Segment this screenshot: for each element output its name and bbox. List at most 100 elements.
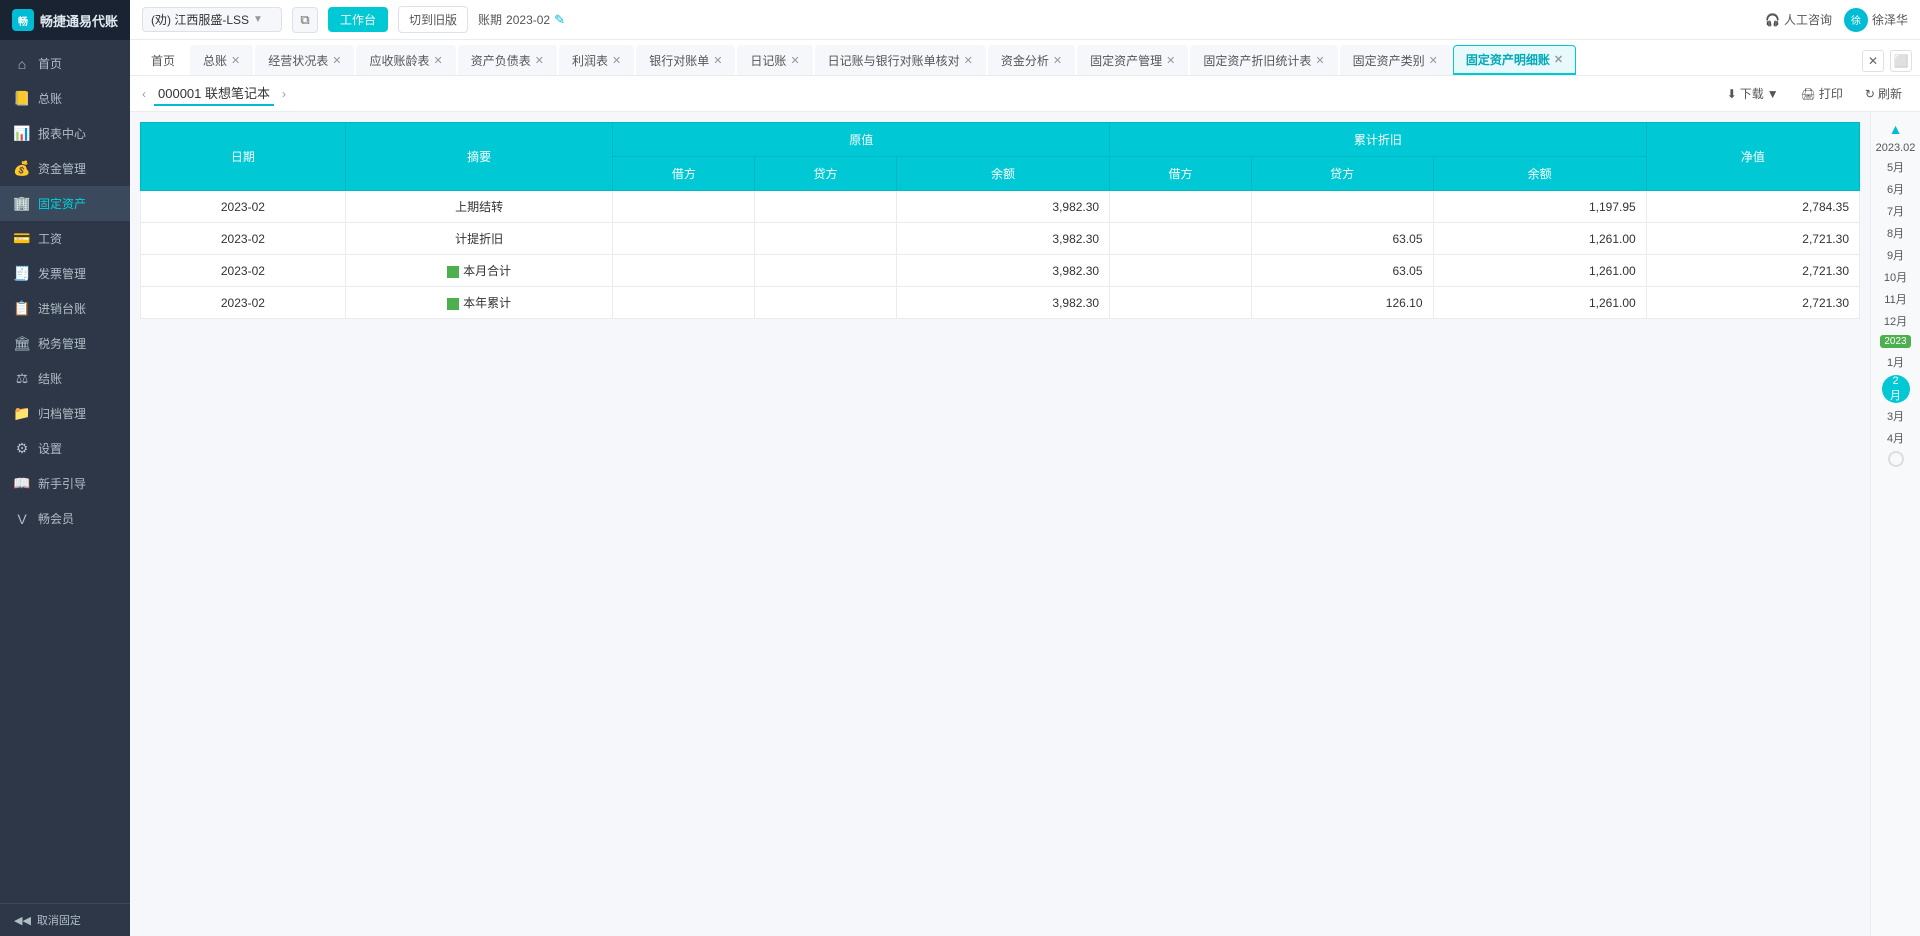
tab-maximize-button[interactable]: ⬜ [1890,50,1912,72]
top-header: (劝) 江西服盛-LSS ▼ ⧉ 工作台 切到旧版 账期 2023-02 ✎ 🎧… [130,0,1920,40]
tab-fixed-mgmt[interactable]: 固定资产管理 ✕ [1077,45,1188,75]
table-scroll[interactable]: 日期 摘要 原值 累计折旧 净值 借方 贷方 余额 借方 贷方 余额 [130,112,1870,936]
tab-fixed-depreciation-stat-close[interactable]: ✕ [1315,54,1324,67]
sidebar-item-ledger[interactable]: 📒 总账 [0,81,130,116]
sidebar-item-salary[interactable]: 💳 工资 [0,221,130,256]
timeline-month-4[interactable]: 4月 [1874,427,1918,449]
table-row: 2023-02计提折旧3,982.3063.051,261.002,721.30 [141,223,1860,255]
workbench-button[interactable]: 工作台 [328,7,388,32]
capital-icon: 💰 [14,161,30,177]
tab-home-label: 首页 [151,52,175,69]
breadcrumb-forward-arrow[interactable]: › [282,87,286,101]
purchase-sales-icon: 📋 [14,301,30,317]
period-edit-icon[interactable]: ✎ [554,12,565,28]
download-arrow-icon: ▼ [1767,87,1779,101]
tab-fixed-depreciation-stat[interactable]: 固定资产折旧统计表 ✕ [1190,45,1337,75]
sidebar-item-settlement[interactable]: ⚖ 结账 [0,361,130,396]
tab-bank-statement-close[interactable]: ✕ [713,54,722,67]
breadcrumb-item: 000001 联想笔记本 [154,81,274,106]
headset-icon: 🎧 [1765,13,1780,27]
customer-service-button[interactable]: 🎧 人工咨询 [1765,11,1832,28]
tab-journal-bank-check[interactable]: 日记账与银行对账单核对 ✕ [815,45,986,75]
tab-business-status-close[interactable]: ✕ [332,54,341,67]
timeline-month-2-active[interactable]: 2月 [1882,375,1910,403]
sidebar-item-vip[interactable]: V 畅会员 [0,501,130,536]
user-info[interactable]: 徐 徐泽华 [1844,8,1908,32]
sidebar-item-tax[interactable]: 🏛 税务管理 [0,326,130,361]
sidebar-item-home[interactable]: ⌂ 首页 [0,46,130,81]
tab-ledger-close[interactable]: ✕ [231,54,240,67]
sidebar-label-capital: 资金管理 [38,160,86,177]
sidebar-label-vip: 畅会员 [38,510,74,527]
home-icon: ⌂ [14,56,30,72]
tab-capital-analysis-close[interactable]: ✕ [1053,54,1062,67]
timeline-month-7[interactable]: 7月 [1874,200,1918,222]
guide-icon: 📖 [14,476,30,492]
tab-actions: ✕ ⬜ [1862,50,1912,75]
tab-ledger[interactable]: 总账 ✕ [190,45,253,75]
table-row: 2023-02本月合计3,982.3063.051,261.002,721.30 [141,255,1860,287]
sidebar-item-report[interactable]: 📊 报表中心 [0,116,130,151]
sidebar-unpin-button[interactable]: ◀◀ 取消固定 [0,903,130,936]
main-content: (劝) 江西服盛-LSS ▼ ⧉ 工作台 切到旧版 账期 2023-02 ✎ 🎧… [130,0,1920,936]
tab-home[interactable]: 首页 [138,45,188,75]
timeline-month-5[interactable]: 5月 [1874,156,1918,178]
sidebar-label-settlement: 结账 [38,370,62,387]
sidebar-nav: ⌂ 首页 📒 总账 📊 报表中心 💰 资金管理 🏢 固定资产 💳 工资 🧾 发票… [0,40,130,903]
tab-capital-analysis[interactable]: 资金分析 ✕ [988,45,1075,75]
breadcrumb-back-arrow[interactable]: ‹ [142,87,146,101]
timeline-month-3[interactable]: 3月 [1874,405,1918,427]
timeline-month-9[interactable]: 9月 [1874,244,1918,266]
tab-fixed-detail[interactable]: 固定资产明细账 ✕ [1453,45,1576,75]
tab-balance-sheet[interactable]: 资产负债表 ✕ [458,45,557,75]
timeline-month-11[interactable]: 11月 [1874,288,1918,310]
tab-journal[interactable]: 日记账 ✕ [737,45,812,75]
timeline-scroll-up[interactable]: ▲ [1886,118,1906,140]
col-date-header: 日期 [141,123,346,191]
copy-button[interactable]: ⧉ [292,7,318,33]
col-acc-debit-header: 借方 [1110,157,1252,191]
download-label: 下载 [1740,85,1764,102]
tab-balance-sheet-close[interactable]: ✕ [535,54,544,67]
sidebar-label-fixed-assets: 固定资产 [38,195,86,212]
timeline-month-10[interactable]: 10月 [1874,266,1918,288]
tab-fixed-mgmt-close[interactable]: ✕ [1166,54,1175,67]
sidebar-item-capital[interactable]: 💰 资金管理 [0,151,130,186]
tab-profit-close[interactable]: ✕ [612,54,621,67]
timeline-dot[interactable] [1888,451,1904,467]
print-button[interactable]: 🖨 打印 [1795,82,1849,105]
timeline-month-12[interactable]: 12月 [1874,310,1918,332]
tab-fixed-category-close[interactable]: ✕ [1429,54,1438,67]
sidebar-label-report: 报表中心 [38,125,86,142]
timeline-month-8[interactable]: 8月 [1874,222,1918,244]
tab-close-all-button[interactable]: ✕ [1862,50,1884,72]
tab-receivable-close[interactable]: ✕ [434,54,443,67]
refresh-button[interactable]: ↻ 刷新 [1859,82,1908,105]
sidebar-item-purchase-sales[interactable]: 📋 进销台账 [0,291,130,326]
sidebar-label-ledger: 总账 [38,90,62,107]
download-button[interactable]: ⬇ 下载 ▼ [1721,82,1785,105]
sidebar-item-fixed-assets[interactable]: 🏢 固定资产 [0,186,130,221]
sidebar-item-archive[interactable]: 📁 归档管理 [0,396,130,431]
sidebar-item-guide[interactable]: 📖 新手引导 [0,466,130,501]
tab-journal-bank-check-close[interactable]: ✕ [964,54,973,67]
company-selector[interactable]: (劝) 江西服盛-LSS ▼ [142,7,282,32]
tab-fixed-detail-close[interactable]: ✕ [1554,53,1563,66]
tab-fixed-detail-label: 固定资产明细账 [1466,51,1550,68]
col-summary-header: 摘要 [345,123,613,191]
salary-icon: 💳 [14,231,30,247]
timeline-month-1[interactable]: 1月 [1874,351,1918,373]
tab-receivable[interactable]: 应收账龄表 ✕ [356,45,455,75]
col-net-value-header: 净值 [1646,123,1859,191]
tab-business-status[interactable]: 经营状况表 ✕ [255,45,354,75]
switch-version-button[interactable]: 切到旧版 [398,6,468,33]
sidebar-item-invoice[interactable]: 🧾 发票管理 [0,256,130,291]
refresh-label: 刷新 [1878,85,1902,102]
tab-bank-statement[interactable]: 银行对账单 ✕ [636,45,735,75]
period-info: 账期 2023-02 ✎ [478,11,565,28]
tab-journal-close[interactable]: ✕ [790,54,799,67]
timeline-month-6[interactable]: 6月 [1874,178,1918,200]
tab-fixed-category[interactable]: 固定资产类别 ✕ [1340,45,1451,75]
sidebar-item-settings[interactable]: ⚙ 设置 [0,431,130,466]
tab-profit[interactable]: 利润表 ✕ [559,45,634,75]
